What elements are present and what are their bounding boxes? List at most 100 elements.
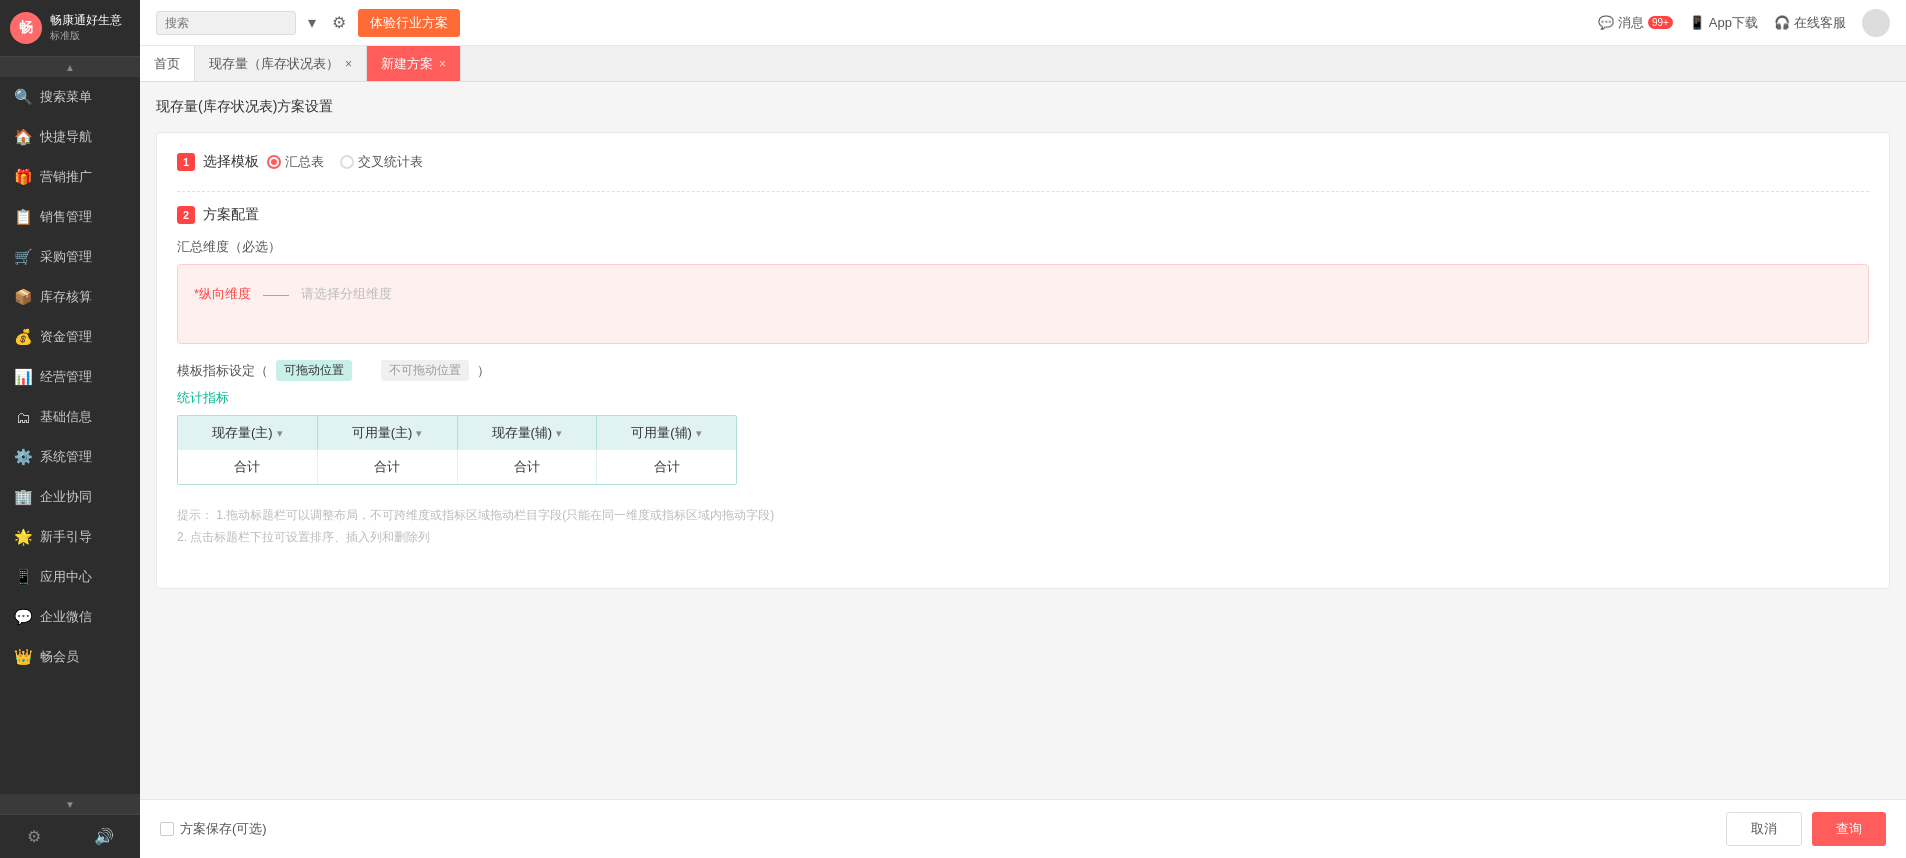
search-menu-icon: 🔍 [14,88,32,106]
tab-inventory-status[interactable]: 现存量（库存状况表） × [195,46,367,81]
sidebar-item-app-center[interactable]: 📱 应用中心 [0,557,140,597]
cancel-button[interactable]: 取消 [1726,812,1802,846]
stats-col-1-label: 可用量(主) [352,424,413,442]
query-button[interactable]: 查询 [1812,812,1886,846]
sidebar-item-label: 搜索菜单 [40,88,92,106]
stats-col-2-header[interactable]: 现存量(辅) ▾ [458,416,598,450]
section-template: 1 选择模板 汇总表 交叉统计表 [177,153,1869,171]
indicator-settings-prefix: 模板指标设定（ [177,362,268,380]
search-input[interactable] [156,11,296,35]
marketing-icon: 🎁 [14,168,32,186]
basic-info-icon: 🗂 [14,408,32,426]
stats-section-label: 统计指标 [177,389,1869,407]
volume-icon[interactable]: 🔊 [86,823,122,850]
stats-table: 现存量(主) ▾ 可用量(主) ▾ 现存量(辅) ▾ [177,415,737,485]
radio-cross[interactable]: 交叉统计表 [340,153,423,171]
brand-edition: 标准版 [50,29,122,43]
stats-col-0-header[interactable]: 现存量(主) ▾ [178,416,318,450]
section-2-number: 2 [177,206,195,224]
indicator-settings: 模板指标设定（ 可拖动位置 不可拖动位置 ） 统计指标 现存量(主) [177,360,1869,485]
sidebar-item-search-menu[interactable]: 🔍 搜索菜单 [0,77,140,117]
sidebar-item-quick-nav[interactable]: 🏠 快捷导航 [0,117,140,157]
tab-new-plan[interactable]: 新建方案 × [367,46,461,81]
tabs-bar: 首页 现存量（库存状况表） × 新建方案 × [140,46,1906,82]
draggable-tag: 可拖动位置 [276,360,352,381]
gear-icon[interactable]: ⚙ [328,13,350,32]
sidebar-item-label: 新手引导 [40,528,92,546]
sidebar-item-label: 企业协同 [40,488,92,506]
page-title: 现存量(库存状况表)方案设置 [156,98,1890,116]
message-badge: 99+ [1648,16,1673,29]
stats-col-1-header[interactable]: 可用量(主) ▾ [318,416,458,450]
wechat-icon: 💬 [14,608,32,626]
stats-col-3-dropdown-icon[interactable]: ▾ [696,427,702,440]
sidebar-item-label: 企业微信 [40,608,92,626]
tab-home[interactable]: 首页 [140,46,195,81]
app-download-item[interactable]: 📱 App下载 [1689,14,1758,32]
sidebar-item-member[interactable]: 👑 畅会员 [0,637,140,677]
stats-col-2-label: 现存量(辅) [492,424,553,442]
inventory-icon: 📦 [14,288,32,306]
app-download-label: App下载 [1709,14,1758,32]
sidebar-bottom: ⚙ 🔊 [0,814,140,858]
sidebar-item-purchase[interactable]: 🛒 采购管理 [0,237,140,277]
section-2-title: 方案配置 [203,206,259,224]
stats-body-col-2: 合计 [458,450,598,484]
brand-icon: 畅 [10,12,42,44]
enterprise-icon: 🏢 [14,488,32,506]
sidebar-item-inventory[interactable]: 📦 库存核算 [0,277,140,317]
sidebar-item-label: 库存核算 [40,288,92,306]
sidebar-scroll-up[interactable]: ▲ [0,57,140,77]
sidebar-scroll-down[interactable]: ▼ [0,794,140,814]
dimension-area: *纵向维度 —— 请选择分组维度 [177,264,1869,344]
stats-col-0-dropdown-icon[interactable]: ▾ [277,427,283,440]
tab-home-label: 首页 [154,55,180,73]
sidebar-item-label: 畅会员 [40,648,79,666]
sidebar-item-system[interactable]: ⚙️ 系统管理 [0,437,140,477]
sidebar-item-finance[interactable]: 💰 资金管理 [0,317,140,357]
sidebar-item-operation[interactable]: 📊 经营管理 [0,357,140,397]
operation-icon: 📊 [14,368,32,386]
sidebar-item-newbie[interactable]: 🌟 新手引导 [0,517,140,557]
indicator-settings-sep [360,362,373,380]
sales-icon: 📋 [14,208,32,226]
sidebar: 畅 畅康通好生意 标准版 ▲ 🔍 搜索菜单 🏠 快捷导航 🎁 营销推广 📋 销售… [0,0,140,858]
tab-new-plan-close[interactable]: × [439,57,446,71]
save-checkbox[interactable] [160,822,174,836]
sidebar-item-label: 系统管理 [40,448,92,466]
sidebar-item-basic-info[interactable]: 🗂 基础信息 [0,397,140,437]
sidebar-item-label: 营销推广 [40,168,92,186]
customer-service-item[interactable]: 🎧 在线客服 [1774,14,1846,32]
avatar[interactable] [1862,9,1890,37]
system-icon: ⚙️ [14,448,32,466]
tab-inventory-status-close[interactable]: × [345,57,352,71]
tab-inventory-status-label: 现存量（库存状况表） [209,55,339,73]
message-item[interactable]: 💬 消息 99+ [1598,14,1673,32]
member-icon: 👑 [14,648,32,666]
radio-summary[interactable]: 汇总表 [267,153,324,171]
sidebar-item-marketing[interactable]: 🎁 营销推广 [0,157,140,197]
vertical-dim-label: *纵向维度 [194,285,251,303]
industry-btn[interactable]: 体验行业方案 [358,9,460,37]
dim-separator: —— [263,287,289,302]
sidebar-item-label: 基础信息 [40,408,92,426]
sidebar-item-enterprise[interactable]: 🏢 企业协同 [0,477,140,517]
sidebar-item-sales[interactable]: 📋 销售管理 [0,197,140,237]
newbie-icon: 🌟 [14,528,32,546]
sidebar-nav: 🔍 搜索菜单 🏠 快捷导航 🎁 营销推广 📋 销售管理 🛒 采购管理 📦 库存核… [0,77,140,794]
stats-col-3-header[interactable]: 可用量(辅) ▾ [597,416,736,450]
settings-panel: 1 选择模板 汇总表 交叉统计表 [156,132,1890,589]
not-draggable-tag: 不可拖动位置 [381,360,469,381]
section-divider-1 [177,191,1869,192]
message-label: 消息 [1618,14,1644,32]
stats-col-2-dropdown-icon[interactable]: ▾ [556,427,562,440]
topbar-right: 💬 消息 99+ 📱 App下载 🎧 在线客服 [1598,9,1890,37]
section-config: 2 方案配置 汇总维度（必选） *纵向维度 —— 请选择分组维度 [177,206,1869,548]
settings-icon[interactable]: ⚙ [19,823,49,850]
sidebar-item-wechat[interactable]: 💬 企业微信 [0,597,140,637]
app-download-icon: 📱 [1689,15,1705,30]
footer-buttons: 取消 查询 [1726,812,1886,846]
stats-col-1-dropdown-icon[interactable]: ▾ [416,427,422,440]
message-icon: 💬 [1598,15,1614,30]
dropdown-icon[interactable]: ▾ [304,13,320,32]
